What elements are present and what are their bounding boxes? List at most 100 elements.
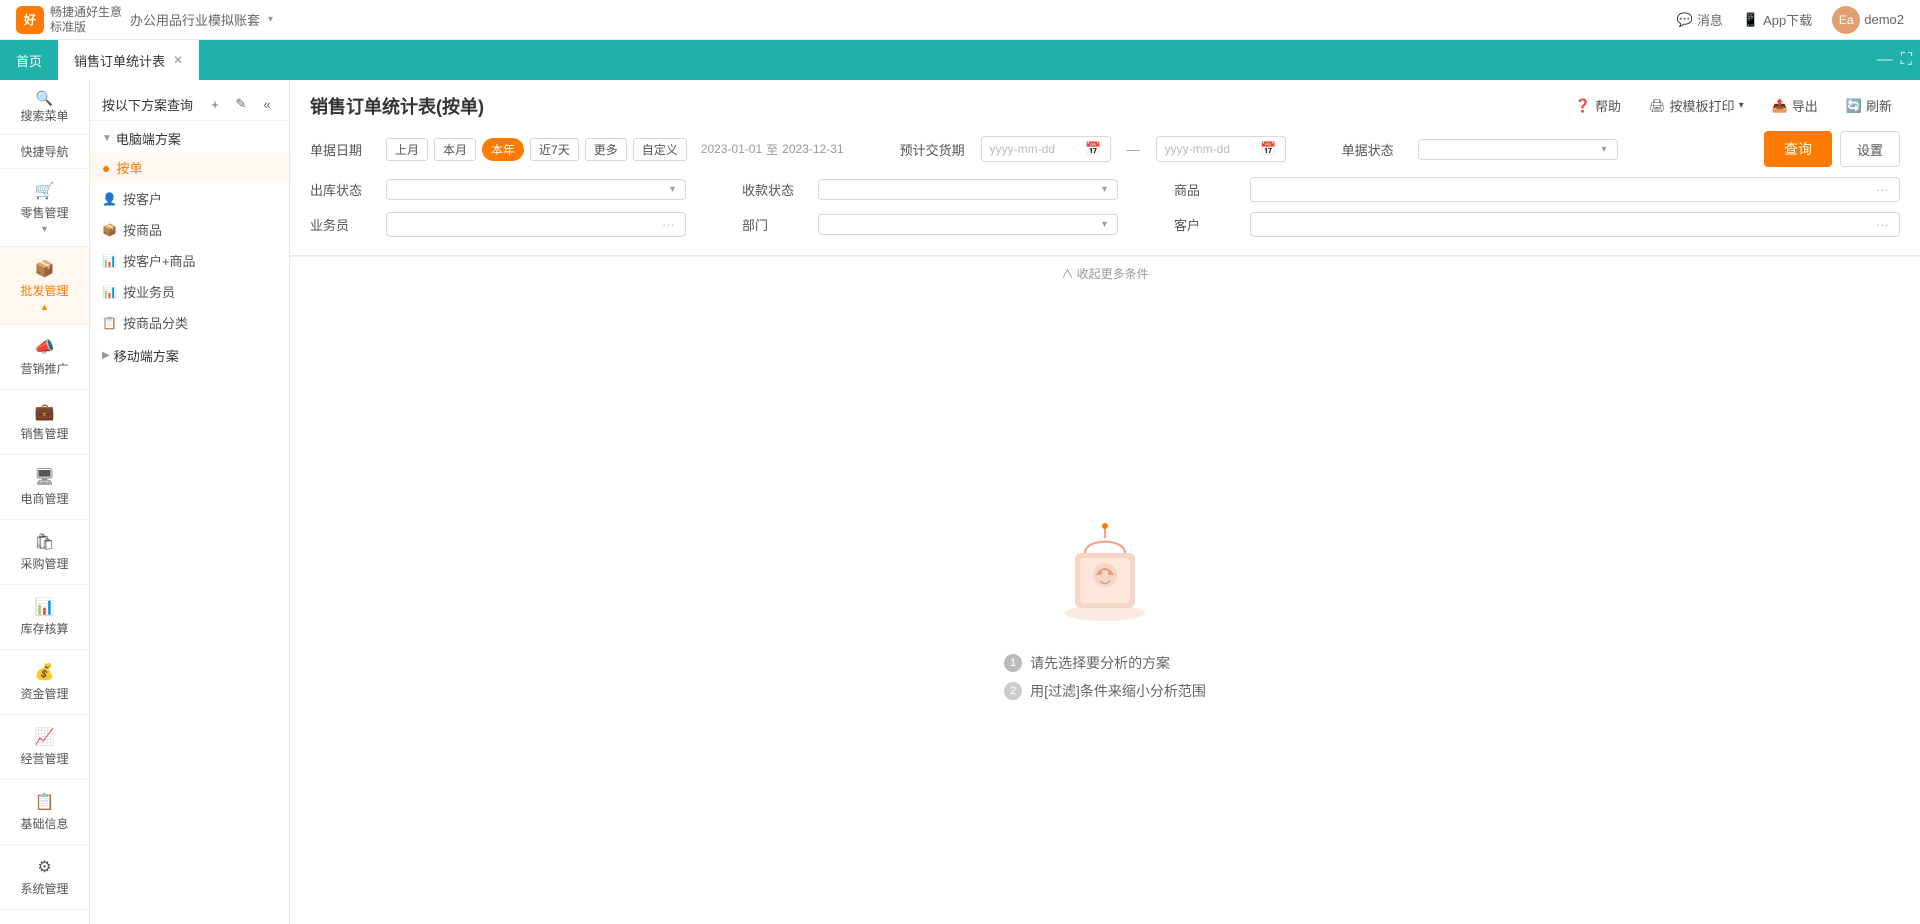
left-panel: 按以下方案查询 + ✎ « ▼ 电脑端方案 ● 按单 👤 按客户 📦 — [90, 80, 290, 924]
customer-more-icon[interactable]: ··· — [1876, 217, 1889, 232]
sidebar-item-wholesale[interactable]: 📦 批发管理 ▲ — [0, 247, 89, 325]
tree-item-icon-by-sales: 📊 — [102, 285, 117, 299]
message-icon: 💬 — [1677, 12, 1693, 28]
page-title-row: 销售订单统计表(按单) ❓ 帮助 🖨 按模板打印 ▾ 📤 — [310, 92, 1900, 119]
calendar-from-icon: 📅 — [1085, 141, 1101, 157]
tree-expand-icon-mobile: ▶ — [102, 350, 110, 361]
marketing-icon: 📣 — [35, 337, 55, 357]
sidebar-search[interactable]: 🔍 搜索菜单 — [0, 80, 89, 135]
goods-more-icon[interactable]: ··· — [1876, 182, 1889, 197]
sidebar-item-operations[interactable]: 📈 经营管理 — [0, 715, 89, 780]
expected-to-input[interactable]: yyyy-mm-dd 📅 — [1156, 136, 1286, 162]
department-select[interactable]: ▾ — [818, 214, 1118, 235]
user-avatar-action[interactable]: Ea demo2 — [1832, 6, 1904, 34]
topbar: 好 畅捷通好生意 标准版 办公用品行业模拟账套 ▾ 💬 消息 📱 App下载 E… — [0, 0, 1920, 40]
avatar: Ea — [1832, 6, 1860, 34]
edit-scheme-btn[interactable]: ✎ — [231, 94, 251, 114]
search-button[interactable]: 查询 — [1764, 131, 1832, 167]
goods-label: 商品 — [1174, 180, 1234, 199]
tabbar-right: — ⛶ — [1877, 51, 1920, 69]
retail-icon: 🛒 — [35, 181, 55, 201]
payment-status-select[interactable]: ▾ — [818, 179, 1118, 200]
sidebar-item-retail[interactable]: 🛒 零售管理 ▼ — [0, 169, 89, 247]
goods-input[interactable]: ··· — [1250, 177, 1900, 202]
basics-icon: 📋 — [35, 792, 55, 812]
tabbar: 首页 销售订单统计表 ✕ — ⛶ — [0, 40, 1920, 80]
main-layout: 🔍 搜索菜单 快捷导航 🛒 零售管理 ▼ 📦 批发管理 ▲ 📣 营销推广 💼 销… — [0, 80, 1920, 924]
wholesale-icon: 📦 — [35, 259, 55, 279]
message-action[interactable]: 💬 消息 — [1677, 10, 1723, 29]
sidebar-item-basics[interactable]: 📋 基础信息 — [0, 780, 89, 845]
print-icon: 🖨 — [1649, 98, 1666, 114]
tabbar-maximize-btn[interactable]: ⛶ — [1901, 51, 1912, 69]
sidebar-item-sales-mgmt[interactable]: 💼 销售管理 — [0, 390, 89, 455]
wholesale-arrow-icon: ▲ — [40, 302, 49, 312]
purchase-icon: 🛍 — [34, 532, 54, 552]
right-main: 销售订单统计表(按单) ❓ 帮助 🖨 按模板打印 ▾ 📤 — [290, 80, 1920, 924]
help-btn[interactable]: ❓ 帮助 — [1567, 92, 1629, 119]
delivery-status-select[interactable]: ▾ — [386, 179, 686, 200]
app-download-action[interactable]: 📱 App下载 — [1743, 10, 1812, 29]
btn-last-month[interactable]: 上月 — [386, 138, 428, 161]
page-actions: ❓ 帮助 🖨 按模板打印 ▾ 📤 导出 🔄 — [1567, 92, 1900, 119]
workspace-dropdown-icon[interactable]: ▾ — [268, 14, 273, 25]
delivery-status-label: 出库状态 — [310, 180, 370, 199]
date-range-display: 2023-01-01 至 2023-12-31 — [701, 141, 844, 158]
salesperson-more-icon[interactable]: ··· — [662, 217, 675, 232]
collapse-bar[interactable]: ∧ 收起更多条件 — [290, 256, 1920, 290]
tree-section-mobile[interactable]: ▶ 移动端方案 — [90, 342, 289, 369]
tree-item-by-salesperson[interactable]: 📊 按业务员 — [90, 276, 289, 307]
btn-this-month[interactable]: 本月 — [434, 138, 476, 161]
expected-from-input[interactable]: yyyy-mm-dd 📅 — [981, 136, 1111, 162]
tab-home[interactable]: 首页 — [0, 40, 58, 80]
collapse-panel-btn[interactable]: « — [257, 94, 277, 114]
btn-last-7-days[interactable]: 近7天 — [530, 138, 579, 161]
expected-delivery-label: 预计交货期 — [900, 140, 965, 159]
print-btn[interactable]: 🖨 按模板打印 ▾ — [1641, 92, 1752, 119]
tree-expand-icon: ▼ — [102, 133, 112, 144]
logo-icon: 好 — [16, 6, 44, 34]
settings-button[interactable]: 设置 — [1840, 131, 1900, 167]
tree-item-by-customer-product[interactable]: 📊 按客户+商品 — [90, 245, 289, 276]
btn-more-date[interactable]: 更多 — [585, 138, 627, 161]
customer-input[interactable]: ··· — [1250, 212, 1900, 237]
tree-item-icon-by-order: ● — [102, 160, 110, 176]
logo-text: 畅捷通好生意 标准版 — [50, 5, 122, 34]
sidebar-item-ecommerce[interactable]: 🖥 电商管理 — [0, 455, 89, 520]
refresh-btn[interactable]: 🔄 刷新 — [1838, 92, 1900, 119]
sidebar-quick-nav[interactable]: 快捷导航 — [0, 135, 89, 169]
payment-status-label: 收款状态 — [742, 180, 802, 199]
tree-item-by-customer[interactable]: 👤 按客户 — [90, 183, 289, 214]
export-icon: 📤 — [1772, 98, 1788, 114]
sidebar-item-inventory[interactable]: 📊 库存核算 — [0, 585, 89, 650]
tab-close-icon[interactable]: ✕ — [173, 53, 183, 67]
filter-row-2: 出库状态 ▾ 收款状态 ▾ 商品 ··· — [310, 177, 1900, 202]
tree-item-icon-by-customer: 👤 — [102, 192, 117, 206]
sidebar-item-finance[interactable]: 💰 资金管理 — [0, 650, 89, 715]
filter-area: 单据日期 上月 本月 本年 近7天 更多 自定义 2023-01-01 至 20 — [310, 131, 1900, 255]
salesperson-input[interactable]: ··· — [386, 212, 686, 237]
tree-item-by-product[interactable]: 📦 按商品 — [90, 214, 289, 245]
tree-item-icon-by-cat: 📋 — [102, 316, 117, 330]
tree-item-by-product-category[interactable]: 📋 按商品分类 — [90, 307, 289, 338]
btn-custom-date[interactable]: 自定义 — [633, 138, 687, 161]
tree-item-by-order[interactable]: ● 按单 — [90, 152, 289, 183]
customer-label: 客户 — [1174, 215, 1234, 234]
tree-section-pc[interactable]: ▼ 电脑端方案 — [90, 125, 289, 152]
sidebar-item-purchase[interactable]: 🛍 采购管理 — [0, 520, 89, 585]
export-btn[interactable]: 📤 导出 — [1764, 92, 1826, 119]
doc-status-arrow-icon: ▾ — [1602, 144, 1607, 155]
add-scheme-btn[interactable]: + — [205, 94, 225, 114]
department-arrow-icon: ▾ — [1102, 219, 1107, 230]
btn-this-year[interactable]: 本年 — [482, 138, 524, 161]
sidebar-item-marketing[interactable]: 📣 营销推广 — [0, 325, 89, 390]
doc-status-select[interactable]: ▾ — [1418, 139, 1618, 160]
date-label: 单据日期 — [310, 140, 370, 159]
refresh-icon: 🔄 — [1846, 98, 1862, 114]
sidebar-item-system[interactable]: ⚙ 系统管理 — [0, 845, 89, 910]
sidebar-item-enterprise[interactable]: 🤝 企业协同 — [0, 910, 89, 924]
tree-section-mobile-label: 移动端方案 — [114, 346, 179, 365]
date-quick-group: 上月 本月 本年 近7天 更多 自定义 2023-01-01 至 2023-12… — [386, 138, 844, 161]
tabbar-minimize-btn[interactable]: — — [1877, 51, 1893, 69]
tab-sales-stats[interactable]: 销售订单统计表 ✕ — [58, 40, 199, 80]
